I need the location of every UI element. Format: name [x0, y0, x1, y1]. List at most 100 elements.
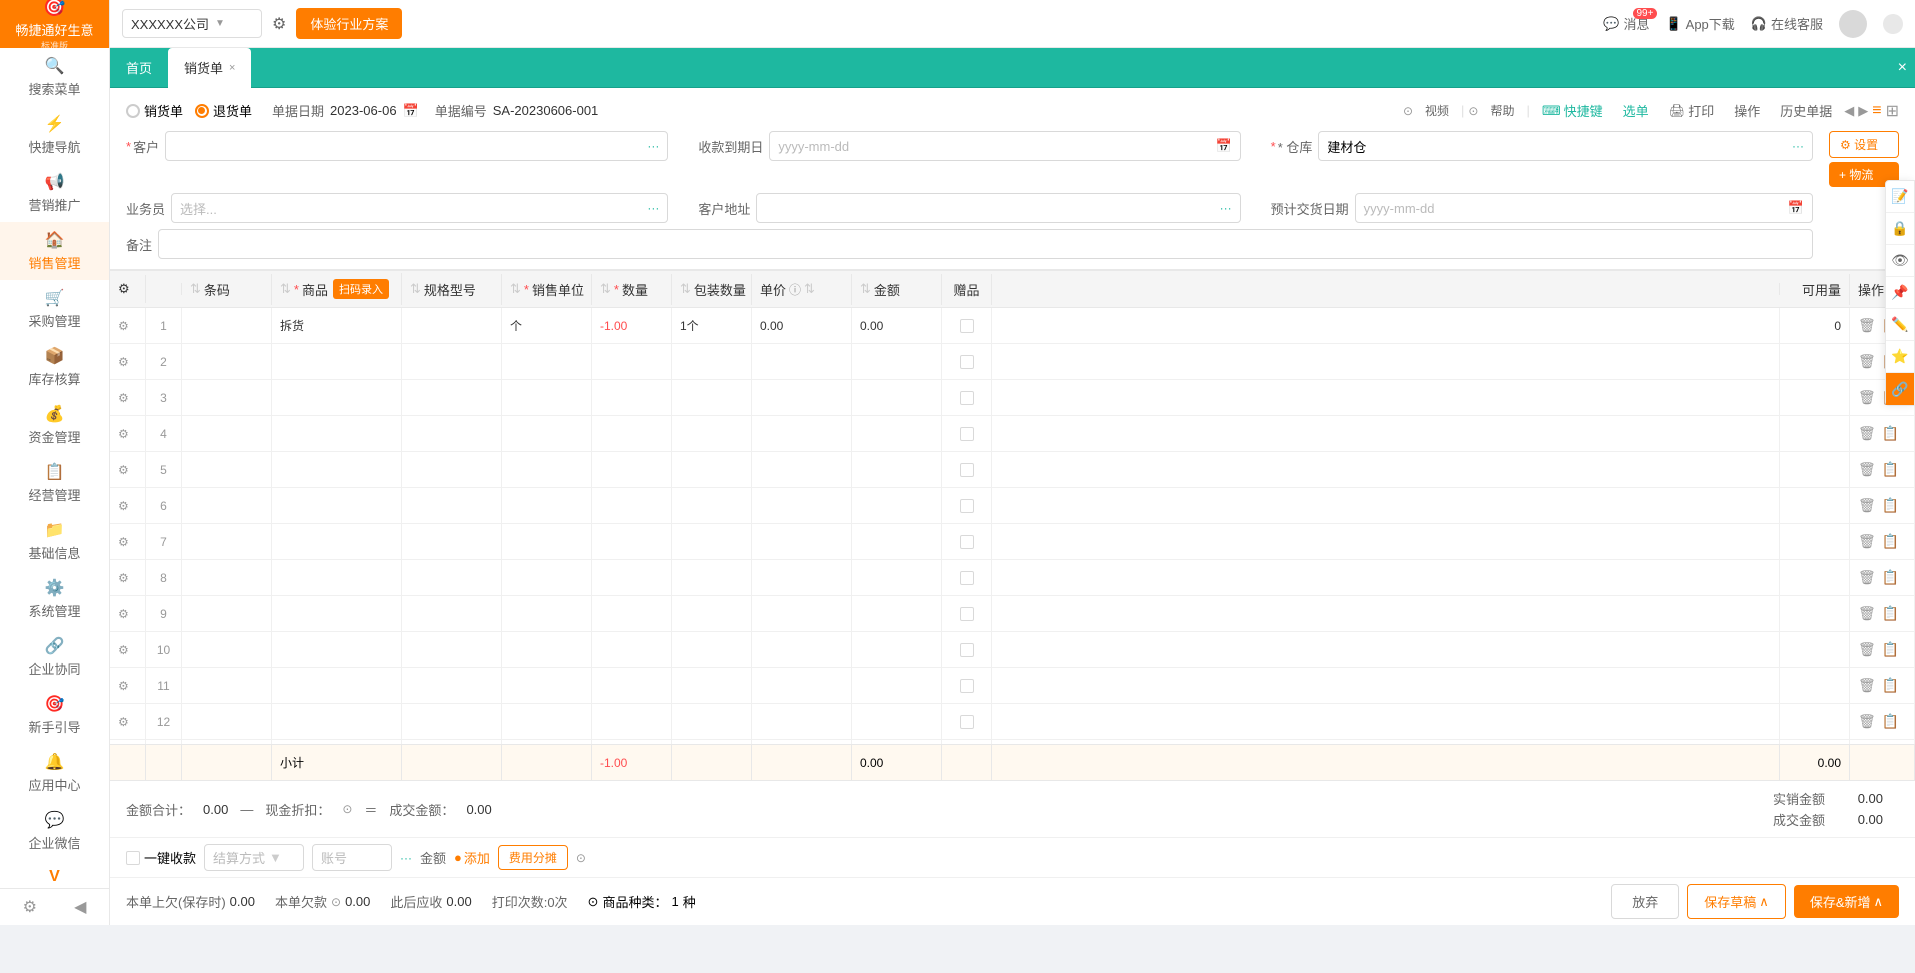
- row-notes[interactable]: [992, 452, 1780, 487]
- row-pack[interactable]: [672, 668, 752, 703]
- settlement-method-input[interactable]: 结算方式: [213, 848, 265, 867]
- row-settings[interactable]: ⚙: [110, 668, 146, 703]
- account-more-icon[interactable]: ···: [400, 851, 412, 865]
- row-notes[interactable]: [992, 416, 1780, 451]
- sidebar-item-marketing[interactable]: 📢 营销推广: [0, 164, 109, 222]
- sidebar-item-finance[interactable]: 💰 资金管理: [0, 396, 109, 454]
- row-barcode[interactable]: [182, 308, 272, 343]
- row-product[interactable]: [272, 524, 402, 559]
- sidebar-item-wechat[interactable]: 💬 企业微信: [0, 802, 109, 860]
- row-pack[interactable]: [672, 488, 752, 523]
- salesperson-more-icon[interactable]: ···: [647, 201, 659, 215]
- prev-icon[interactable]: ◀: [1844, 103, 1854, 119]
- row-notes[interactable]: [992, 308, 1780, 343]
- row-pack[interactable]: [672, 380, 752, 415]
- sidebar-item-search[interactable]: 🔍 搜索菜单: [0, 48, 109, 106]
- shortcut-btn[interactable]: ⌨ 快捷键: [1534, 98, 1611, 123]
- online-support-btn[interactable]: 🎧 在线客服: [1751, 14, 1823, 33]
- fee-help-icon[interactable]: ⊙: [576, 851, 586, 865]
- row-gift[interactable]: [942, 416, 992, 451]
- row-gift[interactable]: [942, 308, 992, 343]
- row-settings[interactable]: ⚙: [110, 344, 146, 379]
- row-qty[interactable]: [592, 704, 672, 739]
- row-barcode[interactable]: [182, 344, 272, 379]
- row-settings[interactable]: ⚙: [110, 524, 146, 559]
- sidebar-item-purchase[interactable]: 🛒 采购管理: [0, 280, 109, 338]
- delete-icon[interactable]: 🗑: [1858, 605, 1876, 622]
- row-amount[interactable]: [852, 704, 942, 739]
- sidebar-item-sales[interactable]: 🏠 销售管理: [0, 222, 109, 280]
- row-product[interactable]: [272, 380, 402, 415]
- row-product[interactable]: [272, 452, 402, 487]
- row-unit[interactable]: [502, 596, 592, 631]
- rfloat-star[interactable]: ⭐: [1886, 341, 1914, 373]
- sidebar-item-apps[interactable]: 🔔 应用中心: [0, 744, 109, 802]
- row-settings[interactable]: ⚙: [110, 452, 146, 487]
- row-product[interactable]: [272, 488, 402, 523]
- row-amount[interactable]: [852, 416, 942, 451]
- row-spec[interactable]: [402, 560, 502, 595]
- row-notes[interactable]: [992, 560, 1780, 595]
- address-more-icon[interactable]: ···: [1220, 201, 1232, 215]
- sidebar-item-base-info[interactable]: 📁 基础信息: [0, 512, 109, 570]
- account-input[interactable]: 账号: [321, 851, 347, 866]
- app-download-btn[interactable]: 📱 App下载: [1665, 14, 1734, 33]
- row-gift[interactable]: [942, 452, 992, 487]
- row-product[interactable]: [272, 596, 402, 631]
- row-barcode[interactable]: [182, 488, 272, 523]
- print-btn[interactable]: 🖨 打印: [1661, 98, 1723, 123]
- due-date-calendar-icon[interactable]: 📅: [1215, 138, 1231, 154]
- sidebar-item-member[interactable]: V 畅会员: [0, 860, 109, 888]
- row-qty[interactable]: [592, 668, 672, 703]
- copy-icon[interactable]: 📋: [1882, 425, 1899, 442]
- row-barcode[interactable]: [182, 452, 272, 487]
- row-spec[interactable]: [402, 668, 502, 703]
- copy-icon[interactable]: 📋: [1882, 641, 1899, 658]
- row-notes[interactable]: [992, 668, 1780, 703]
- row-spec[interactable]: [402, 524, 502, 559]
- row-notes[interactable]: [992, 632, 1780, 667]
- row-amount[interactable]: [852, 632, 942, 667]
- sidebar-item-collab[interactable]: 🔗 企业协同: [0, 628, 109, 686]
- row-unit[interactable]: [502, 632, 592, 667]
- row-barcode[interactable]: [182, 596, 272, 631]
- video-btn[interactable]: 视频: [1417, 99, 1457, 122]
- message-btn[interactable]: 💬 消息 99+: [1603, 14, 1649, 33]
- radio-sales[interactable]: 销货单: [126, 101, 183, 120]
- row-price[interactable]: [752, 668, 852, 703]
- row-amount[interactable]: [852, 488, 942, 523]
- company-selector[interactable]: XXXXXX公司 ▼: [122, 9, 262, 38]
- copy-icon[interactable]: 📋: [1882, 533, 1899, 550]
- row-settings[interactable]: ⚙: [110, 632, 146, 667]
- row-settings[interactable]: ⚙: [110, 416, 146, 451]
- row-qty[interactable]: -1.00: [592, 308, 672, 343]
- row-gift[interactable]: [942, 632, 992, 667]
- row-spec[interactable]: [402, 308, 502, 343]
- sidebar-item-quicknav[interactable]: ⚡ 快捷导航: [0, 106, 109, 164]
- row-amount[interactable]: [852, 524, 942, 559]
- row-settings[interactable]: ⚙: [110, 560, 146, 595]
- row-product[interactable]: [272, 560, 402, 595]
- help-btn[interactable]: 帮助: [1482, 99, 1522, 122]
- copy-icon[interactable]: 📋: [1882, 677, 1899, 694]
- row-notes[interactable]: [992, 596, 1780, 631]
- row-qty[interactable]: [592, 380, 672, 415]
- row-barcode[interactable]: [182, 380, 272, 415]
- one-click-payment-checkbox[interactable]: 一键收款: [126, 848, 196, 867]
- salesperson-input[interactable]: 选择...: [180, 199, 647, 218]
- collapse-icon[interactable]: ◀: [74, 897, 86, 917]
- row-spec[interactable]: [402, 416, 502, 451]
- grid-view-icon[interactable]: ⊞: [1886, 101, 1899, 121]
- delete-icon[interactable]: 🗑: [1858, 389, 1876, 406]
- row-amount[interactable]: [852, 452, 942, 487]
- row-barcode[interactable]: [182, 668, 272, 703]
- delete-icon[interactable]: 🗑: [1858, 425, 1876, 442]
- delete-icon[interactable]: 🗑: [1858, 641, 1876, 658]
- delete-icon[interactable]: 🗑: [1858, 353, 1876, 370]
- row-price[interactable]: [752, 416, 852, 451]
- rfloat-pin[interactable]: 📌: [1886, 277, 1914, 309]
- row-unit[interactable]: [502, 560, 592, 595]
- sidebar-item-guide[interactable]: 🎯 新手引导: [0, 686, 109, 744]
- warehouse-input[interactable]: 建材仓: [1327, 137, 1792, 156]
- row-notes[interactable]: [992, 524, 1780, 559]
